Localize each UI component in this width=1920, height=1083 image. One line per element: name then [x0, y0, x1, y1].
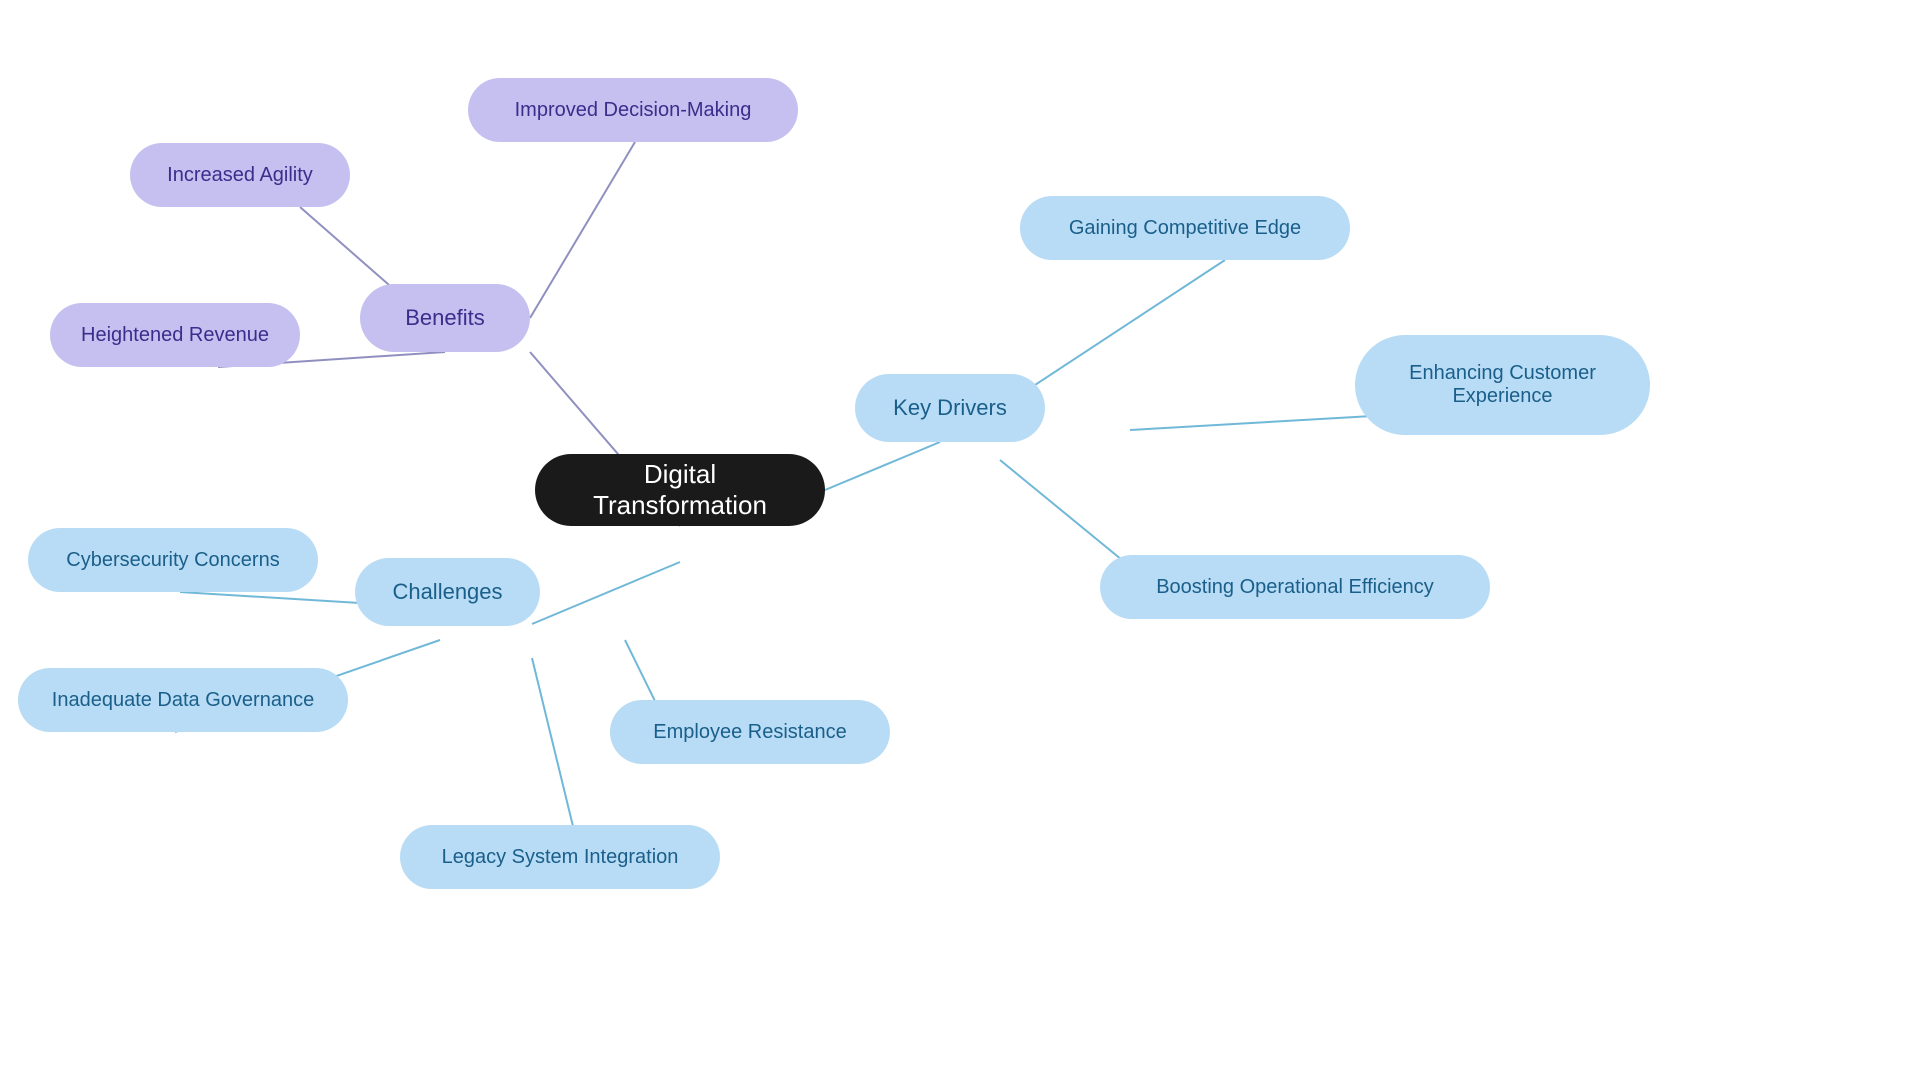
challenges-node: Challenges [355, 558, 540, 626]
employee-resistance-label: Employee Resistance [653, 721, 846, 744]
challenges-label: Challenges [392, 579, 502, 605]
legacy-system-node: Legacy System Integration [400, 825, 720, 889]
inadequate-data-node: Inadequate Data Governance [18, 668, 348, 732]
heightened-revenue-node: Heightened Revenue [50, 303, 300, 367]
center-node: Digital Transformation [535, 454, 825, 526]
increased-agility-label: Increased Agility [167, 164, 313, 187]
key-drivers-node: Key Drivers [855, 374, 1045, 442]
inadequate-data-label: Inadequate Data Governance [52, 689, 314, 712]
key-drivers-label: Key Drivers [893, 395, 1007, 421]
benefits-label: Benefits [405, 305, 485, 331]
legacy-system-label: Legacy System Integration [442, 846, 679, 869]
heightened-revenue-label: Heightened Revenue [81, 324, 269, 347]
improved-decision-node: Improved Decision-Making [468, 78, 798, 142]
cybersecurity-node: Cybersecurity Concerns [28, 528, 318, 592]
improved-decision-label: Improved Decision-Making [515, 99, 752, 122]
center-label: Digital Transformation [563, 459, 797, 521]
employee-resistance-node: Employee Resistance [610, 700, 890, 764]
gaining-competitive-label: Gaining Competitive Edge [1069, 217, 1301, 240]
boosting-operational-node: Boosting Operational Efficiency [1100, 555, 1490, 619]
enhancing-customer-label: Enhancing Customer Experience [1383, 362, 1622, 408]
cybersecurity-label: Cybersecurity Concerns [66, 549, 279, 572]
boosting-operational-label: Boosting Operational Efficiency [1156, 576, 1434, 599]
increased-agility-node: Increased Agility [130, 143, 350, 207]
enhancing-customer-node: Enhancing Customer Experience [1355, 335, 1650, 435]
gaining-competitive-node: Gaining Competitive Edge [1020, 196, 1350, 260]
benefits-node: Benefits [360, 284, 530, 352]
